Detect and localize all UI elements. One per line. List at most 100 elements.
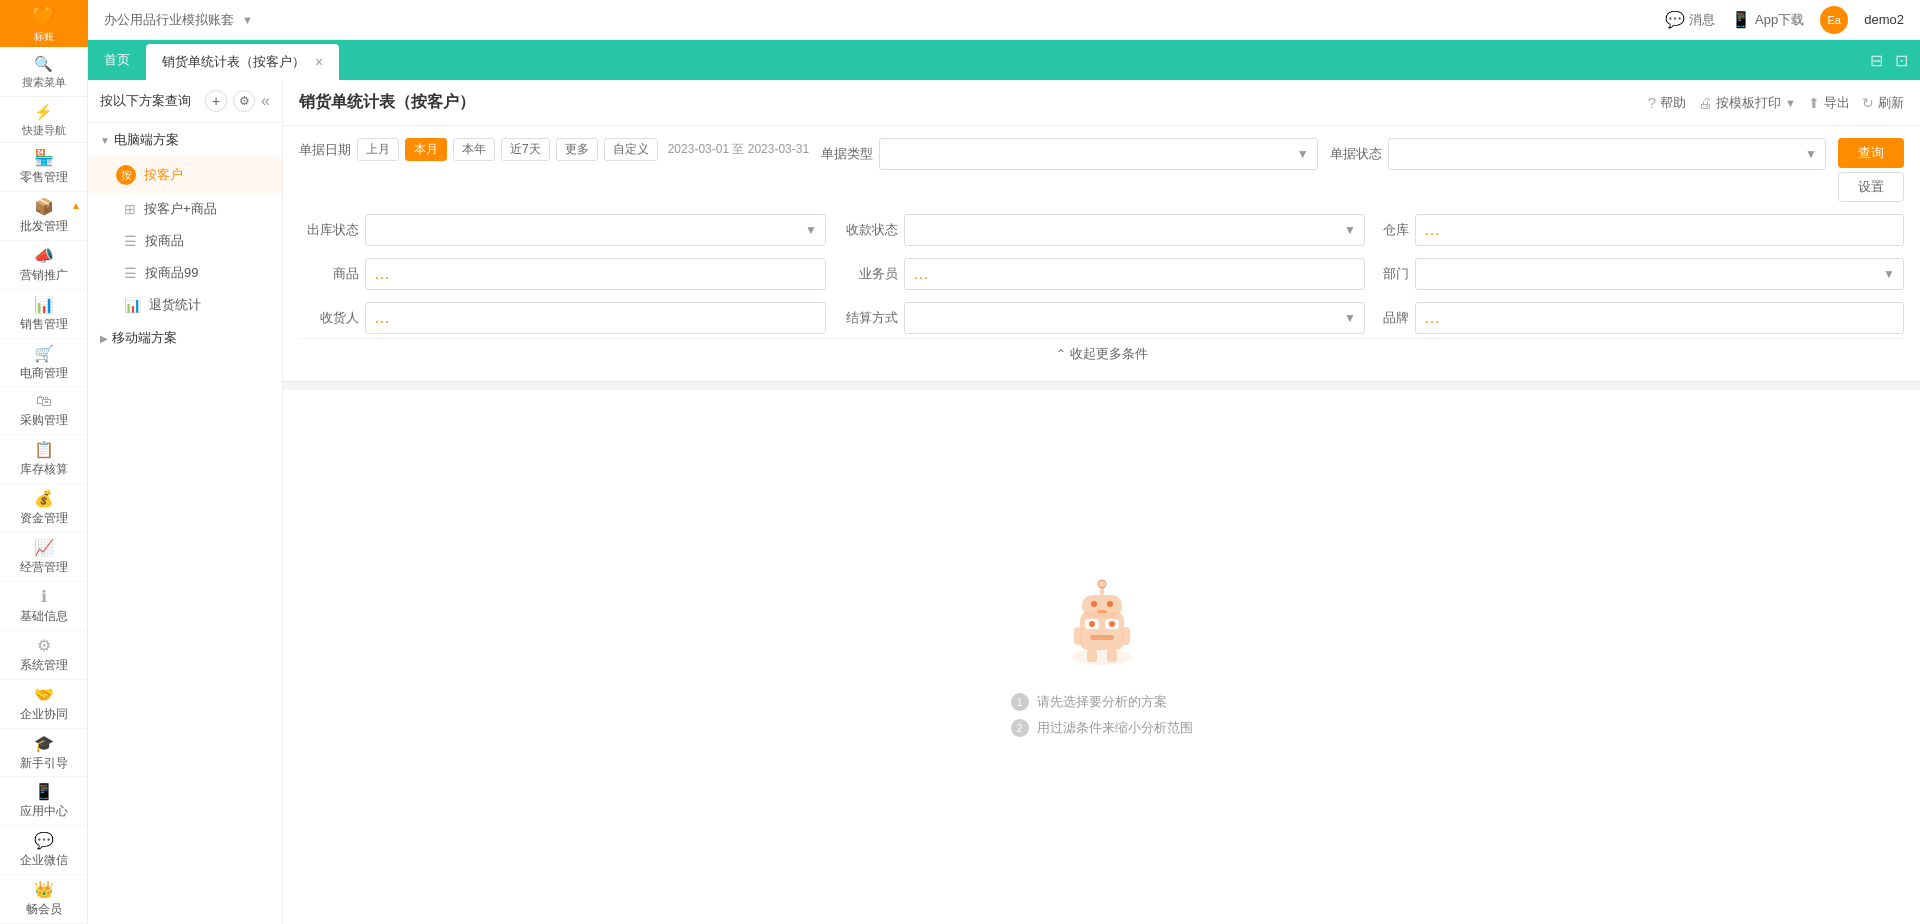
print-icon: 🖨 <box>1698 95 1712 111</box>
collapse-more-btn[interactable]: ⌃ 收起更多条件 <box>299 338 1904 369</box>
collapse-up-icon: ⌃ <box>1056 347 1066 361</box>
tab-minimize-btn[interactable]: ⊟ <box>1866 47 1887 74</box>
page-title: 销货单统计表（按客户） <box>299 92 475 113</box>
settings-button[interactable]: 设置 <box>1838 172 1904 202</box>
salesperson-label: 业务员 <box>838 265 898 283</box>
sidebar-item-retail[interactable]: 🏪 零售管理 <box>0 143 87 192</box>
receiver-select[interactable]: … <box>365 302 826 334</box>
sidebar-item-member[interactable]: 👑 畅会员 <box>0 875 87 924</box>
page-title-row: 销货单统计表（按客户） ? 帮助 🖨 按模板打印 ▼ ⬆ <box>299 92 1904 113</box>
product-label: 商品 <box>299 265 359 283</box>
scheme-item-by-customer[interactable]: 按 按客户 <box>88 157 282 193</box>
sidebar-item-search[interactable]: 🔍 搜索菜单 <box>0 47 87 97</box>
sidebar-item-basic[interactable]: ℹ 基础信息 <box>0 582 87 631</box>
date-btn-custom[interactable]: 自定义 <box>604 138 658 161</box>
filter-row-1: 单据日期 上月 本月 本年 近7天 更多 自定义 2023-03-01 至 20… <box>299 138 1904 202</box>
salesperson-select[interactable]: … <box>904 258 1365 290</box>
action-buttons: 查询 设置 <box>1838 138 1904 202</box>
sidebar-item-sales[interactable]: 📊 销售管理 <box>0 290 87 339</box>
app-download-action[interactable]: 📱 App下载 <box>1731 10 1804 29</box>
scheme-section-desktop-header[interactable]: ▼ 电脑端方案 <box>88 123 282 157</box>
empty-tips: 1 请先选择要分析的方案 2 用过滤条件来缩小分析范围 <box>1011 693 1193 737</box>
scheme-item-by-customer-product[interactable]: ⊞ 按客户+商品 <box>88 193 282 225</box>
tab-home[interactable]: 首页 <box>88 40 146 80</box>
tab-sales-stat-label: 销货单统计表（按客户） <box>162 53 305 71</box>
print-action[interactable]: 🖨 按模板打印 ▼ <box>1698 94 1796 112</box>
tab-sales-stat[interactable]: 销货单统计表（按客户） × <box>146 44 339 80</box>
avatar-text: Ea <box>1828 14 1841 26</box>
filter-date-group: 单据日期 上月 本月 本年 近7天 更多 自定义 2023-03-01 至 20… <box>299 138 809 161</box>
sidebar-item-ecommerce[interactable]: 🛒 电商管理 <box>0 339 87 388</box>
product-cell: 商品 … <box>299 258 826 290</box>
tab-maximize-btn[interactable]: ⊡ <box>1891 47 1912 74</box>
receipt-status-select[interactable]: ▼ <box>904 214 1365 246</box>
sidebar-item-marketing[interactable]: 📣 营销推广 <box>0 241 87 290</box>
sidebar-item-operations[interactable]: 📈 经营管理 <box>0 533 87 582</box>
sidebar-item-wechat[interactable]: 💬 企业微信 <box>0 826 87 875</box>
tip-2-num: 2 <box>1011 719 1029 737</box>
date-btn-this-month[interactable]: 本月 <box>405 138 447 161</box>
sidebar-item-quick-nav[interactable]: ⚡ 快捷导航 <box>0 97 87 143</box>
wholesale-icon: 📦 <box>34 197 54 216</box>
scheme-item-by-product-99[interactable]: ☰ 按商品99 <box>88 257 282 289</box>
sidebar-item-finance[interactable]: 💰 资金管理 <box>0 484 87 533</box>
svg-point-12 <box>1091 601 1097 607</box>
wholesale-arrow: ▲ <box>71 200 81 211</box>
message-icon: 💬 <box>1665 10 1685 29</box>
receipt-status-arrow: ▼ <box>1344 223 1356 237</box>
order-status-select[interactable]: ▼ <box>1388 138 1826 170</box>
message-action[interactable]: 💬 消息 <box>1665 10 1715 29</box>
sidebar-item-inventory[interactable]: 📋 库存核算 <box>0 435 87 484</box>
tab-close-btn[interactable]: × <box>315 54 323 70</box>
sidebar-item-system[interactable]: ⚙ 系统管理 <box>0 631 87 680</box>
logo-icon: 🧡 <box>31 4 56 28</box>
query-button[interactable]: 查询 <box>1838 138 1904 168</box>
svg-point-0 <box>1072 649 1132 665</box>
product-select[interactable]: … <box>365 258 826 290</box>
mobile-section-label: 移动端方案 <box>112 329 177 347</box>
receiver-label: 收货人 <box>299 309 359 327</box>
print-arrow[interactable]: ▼ <box>1785 97 1796 109</box>
sidebar-item-wholesale[interactable]: 📦 批发管理 ▲ <box>0 192 87 241</box>
brand-select[interactable]: … <box>1415 302 1904 334</box>
logo[interactable]: 🧡 标账 <box>0 0 88 47</box>
help-action[interactable]: ? 帮助 <box>1648 94 1686 112</box>
refresh-label: 刷新 <box>1878 94 1904 112</box>
date-btn-more[interactable]: 更多 <box>556 138 598 161</box>
order-status-arrow: ▼ <box>1805 147 1817 161</box>
sidebar-item-purchase[interactable]: 🛍 采购管理 <box>0 387 87 435</box>
out-status-label: 出库状态 <box>299 221 359 239</box>
scheme-settings-btn[interactable]: ⚙ <box>233 90 255 112</box>
date-label: 单据日期 <box>299 141 351 159</box>
scheme-item-by-product[interactable]: ☰ 按商品 <box>88 225 282 257</box>
date-range-display: 2023-03-01 至 2023-03-31 <box>668 141 809 158</box>
return-stat-icon: 📊 <box>124 297 141 313</box>
payment-select[interactable]: ▼ <box>904 302 1365 334</box>
brand-cell: 品牌 … <box>1377 302 1904 334</box>
scheme-collapse-btn[interactable]: « <box>261 92 270 110</box>
download-icon: 📱 <box>1731 10 1751 29</box>
sidebar-item-appcenter[interactable]: 📱 应用中心 <box>0 777 87 826</box>
empty-state: 1 请先选择要分析的方案 2 用过滤条件来缩小分析范围 <box>283 390 1920 924</box>
avatar[interactable]: Ea <box>1820 6 1848 34</box>
scheme-add-btn[interactable]: + <box>205 90 227 112</box>
scheme-item-return-stat[interactable]: 📊 退货统计 <box>88 289 282 321</box>
scheme-section-mobile-header[interactable]: ▶ 移动端方案 <box>88 321 282 355</box>
sales-label: 销售管理 <box>20 316 68 333</box>
sidebar-item-enterprise[interactable]: 🤝 企业协同 <box>0 680 87 729</box>
department-select[interactable]: ▼ <box>1415 258 1904 290</box>
app-title-dropdown-icon[interactable]: ▼ <box>242 14 253 26</box>
refresh-action[interactable]: ↻ 刷新 <box>1862 94 1904 112</box>
warehouse-select[interactable]: … <box>1415 214 1904 246</box>
export-action[interactable]: ⬆ 导出 <box>1808 94 1850 112</box>
sidebar-item-guide[interactable]: 🎓 新手引导 <box>0 729 87 778</box>
top-header-left: 办公用品行业模拟账套 ▼ <box>104 11 253 29</box>
finance-icon: 💰 <box>34 489 54 508</box>
order-type-arrow: ▼ <box>1297 147 1309 161</box>
date-btn-last-7[interactable]: 近7天 <box>501 138 550 161</box>
out-status-select[interactable]: ▼ <box>365 214 826 246</box>
svg-point-5 <box>1109 621 1115 627</box>
date-btn-this-year[interactable]: 本年 <box>453 138 495 161</box>
date-btn-last-month[interactable]: 上月 <box>357 138 399 161</box>
order-type-select[interactable]: ▼ <box>879 138 1317 170</box>
